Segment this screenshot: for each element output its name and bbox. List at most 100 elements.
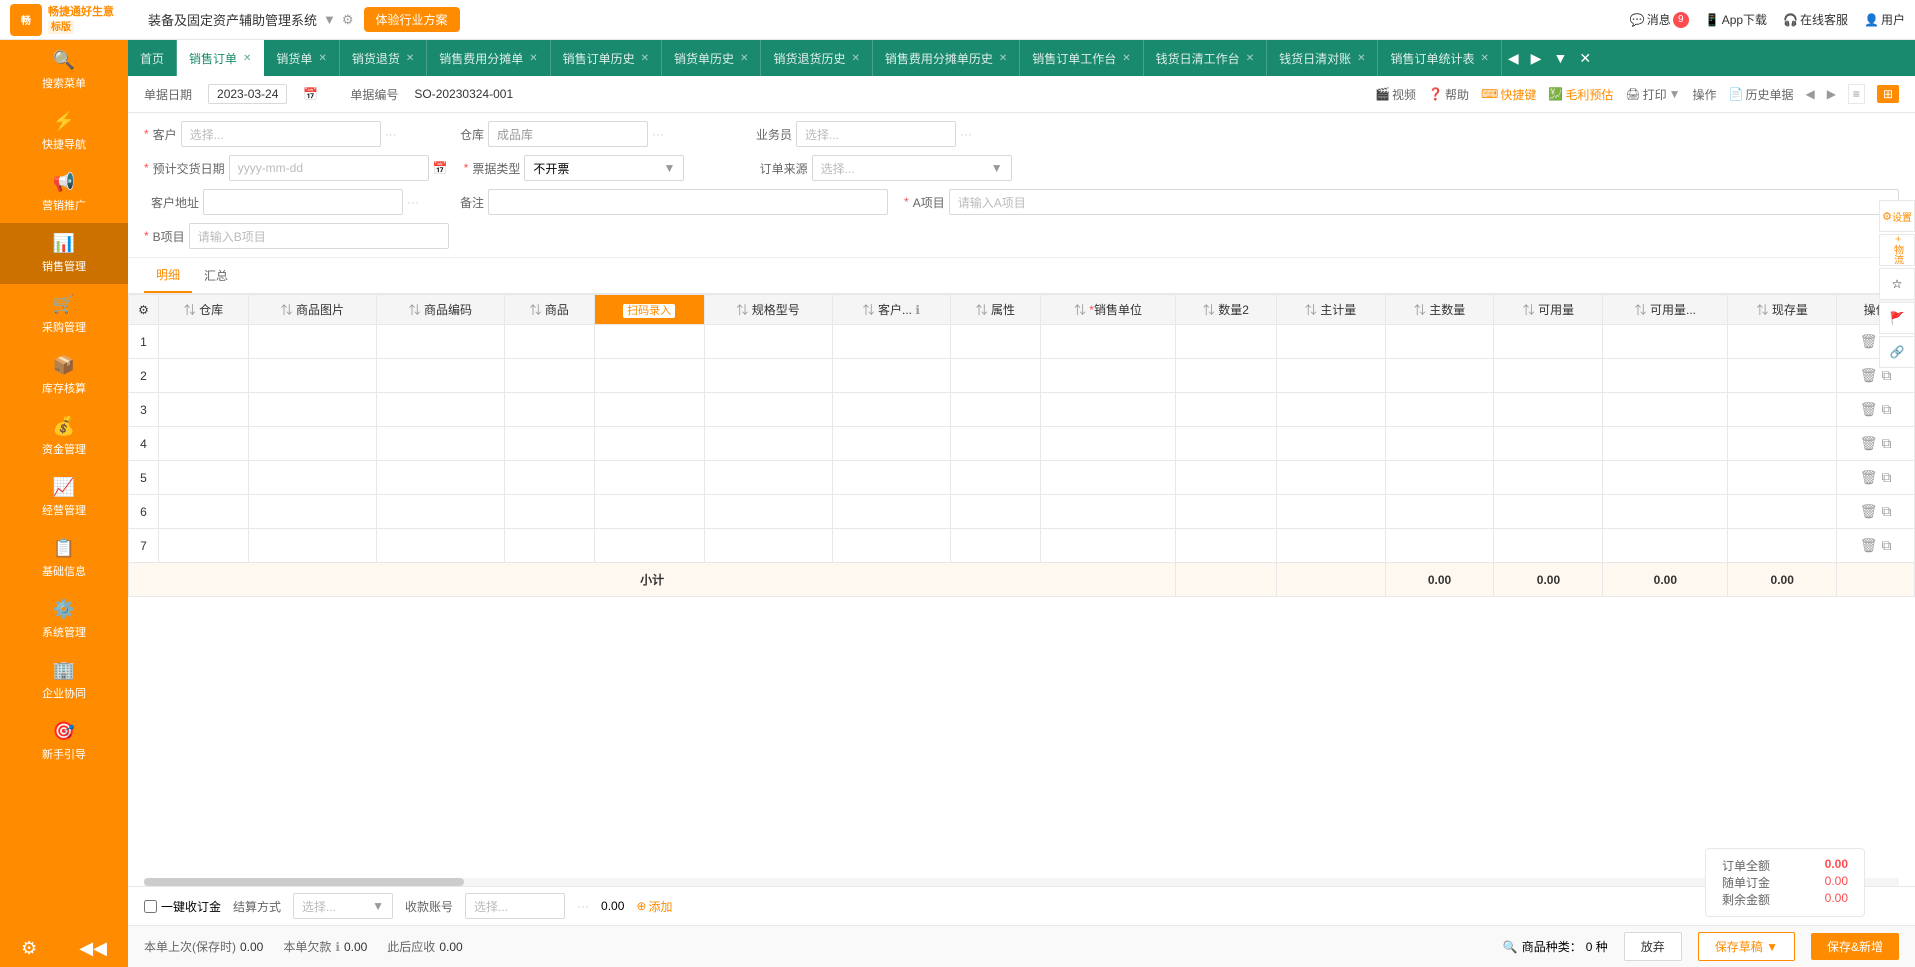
tab-close-all-btn[interactable]: ✕ <box>1573 50 1597 67</box>
sort-icon-ccode[interactable]: ⇅ <box>863 303 875 317</box>
row-scan[interactable] <box>594 359 704 393</box>
sidebar-item-newguide[interactable]: 🎯 新手引导 <box>0 711 128 772</box>
row-main-unit[interactable] <box>1276 393 1385 427</box>
settlement-select[interactable]: 选择... ▼ <box>293 893 393 919</box>
scrollbar-thumb[interactable] <box>144 878 464 886</box>
horizontal-scrollbar[interactable] <box>144 878 1899 886</box>
app-download-btn[interactable]: 📱 App下载 <box>1705 11 1767 28</box>
row-main-qty[interactable] <box>1385 427 1494 461</box>
sort-icon-qty2[interactable]: ⇅ <box>1203 303 1215 317</box>
row-attribute[interactable] <box>950 461 1040 495</box>
row-delete-icon[interactable]: 🗑 <box>1860 503 1878 520</box>
row-customer-code[interactable] <box>832 427 950 461</box>
save-draft-dropdown-icon[interactable]: ▼ <box>1766 940 1778 954</box>
row-available[interactable] <box>1494 495 1603 529</box>
discard-button[interactable]: 放弃 <box>1624 932 1682 961</box>
row-main-qty[interactable] <box>1385 325 1494 359</box>
tab-fee-history-close[interactable]: ✕ <box>999 53 1007 64</box>
row-spec[interactable] <box>704 359 832 393</box>
tab-prev-btn[interactable]: ◀ <box>1502 50 1525 67</box>
tab-refund-close[interactable]: ✕ <box>406 53 414 64</box>
row-code[interactable] <box>376 359 504 393</box>
row-copy-icon[interactable]: ⧉ <box>1881 469 1891 486</box>
tab-cash-reconcile[interactable]: 钱货日清对账 ✕ <box>1267 40 1378 76</box>
add-goods-btn[interactable]: + 物流 <box>1879 234 1915 266</box>
col-customer-info-icon[interactable]: ℹ <box>915 303 920 317</box>
row-copy-icon[interactable]: ⧉ <box>1881 435 1891 452</box>
sidebar-item-enterprise[interactable]: 🏢 企业协同 <box>0 650 128 711</box>
sidebar-collapse-icon[interactable]: ◀◀ <box>79 938 107 959</box>
row-copy-icon[interactable]: ⧉ <box>1881 537 1891 554</box>
row-attribute[interactable] <box>950 325 1040 359</box>
row-warehouse[interactable] <box>159 427 249 461</box>
row-delete-icon[interactable]: 🗑 <box>1860 367 1878 384</box>
b-project-input[interactable]: 请输入B项目 <box>189 223 449 249</box>
row-spec[interactable] <box>704 393 832 427</box>
row-main-unit[interactable] <box>1276 359 1385 393</box>
row-stock[interactable] <box>1728 393 1837 427</box>
row-stock[interactable] <box>1728 427 1837 461</box>
row-image[interactable] <box>248 495 376 529</box>
row-available2[interactable] <box>1603 325 1728 359</box>
add-amount-btn[interactable]: ⊕ 添加 <box>636 898 672 915</box>
tab-return-history-close[interactable]: ✕ <box>740 53 748 64</box>
nav-left-btn[interactable]: ◀ <box>1805 87 1814 101</box>
row-qty2[interactable] <box>1176 495 1276 529</box>
row-copy-icon[interactable]: ⧉ <box>1881 401 1891 418</box>
sidebar-item-search[interactable]: 🔍 搜索菜单 <box>0 40 128 101</box>
row-image[interactable] <box>248 427 376 461</box>
row-delete-icon[interactable]: 🗑 <box>1860 435 1878 452</box>
row-available[interactable] <box>1494 461 1603 495</box>
row-warehouse[interactable] <box>159 529 249 563</box>
sidebar-item-system[interactable]: ⚙️ 系统管理 <box>0 589 128 650</box>
row-available[interactable] <box>1494 393 1603 427</box>
row-spec[interactable] <box>704 529 832 563</box>
row-copy-icon[interactable]: ⧉ <box>1881 503 1891 520</box>
staff-more-icon[interactable]: ··· <box>960 127 972 141</box>
industry-button[interactable]: 体验行业方案 <box>364 7 460 32</box>
row-unit[interactable] <box>1040 427 1176 461</box>
row-available[interactable] <box>1494 427 1603 461</box>
row-code[interactable] <box>376 325 504 359</box>
tab-refund-history[interactable]: 销货退货历史 ✕ <box>761 40 872 76</box>
sort-icon-mqty[interactable]: ⇅ <box>1414 303 1426 317</box>
row-warehouse[interactable] <box>159 461 249 495</box>
row-stock[interactable] <box>1728 529 1837 563</box>
sort-icon-name[interactable]: ⇅ <box>530 303 542 317</box>
row-name[interactable] <box>504 461 594 495</box>
row-available2[interactable] <box>1603 495 1728 529</box>
sidebar-item-operations[interactable]: 📈 经营管理 <box>0 467 128 528</box>
sidebar-item-basic[interactable]: 📋 基础信息 <box>0 528 128 589</box>
tab-sales-order-close[interactable]: ✕ <box>243 53 251 64</box>
row-copy-icon[interactable]: ⧉ <box>1881 367 1891 384</box>
row-attribute[interactable] <box>950 393 1040 427</box>
sidebar-item-sales[interactable]: 📊 销售管理 <box>0 223 128 284</box>
row-qty2[interactable] <box>1176 461 1276 495</box>
row-code[interactable] <box>376 461 504 495</box>
sort-icon-image[interactable]: ⇅ <box>281 303 293 317</box>
sort-icon-code[interactable]: ⇅ <box>409 303 421 317</box>
save-draft-button[interactable]: 保存草稿 ▼ <box>1698 932 1795 961</box>
warehouse-input[interactable]: 成品库 <box>488 121 648 147</box>
row-delete-icon[interactable]: 🗑 <box>1860 537 1878 554</box>
tab-order-history-close[interactable]: ✕ <box>641 53 649 64</box>
sort-icon-avail[interactable]: ⇅ <box>1523 303 1535 317</box>
one-click-pay-checkbox[interactable] <box>144 900 157 913</box>
row-image[interactable] <box>248 359 376 393</box>
row-spec[interactable] <box>704 461 832 495</box>
sidebar-item-guide[interactable]: ⚡ 快捷导航 <box>0 101 128 162</box>
delivery-input[interactable]: yyyy-mm-dd <box>229 155 429 181</box>
quick-btn-1[interactable]: ☆ <box>1879 268 1915 300</box>
row-scan[interactable] <box>594 393 704 427</box>
row-unit[interactable] <box>1040 529 1176 563</box>
row-scan[interactable] <box>594 427 704 461</box>
row-available2[interactable] <box>1603 529 1728 563</box>
tab-sales-stats[interactable]: 销售订单统计表 ✕ <box>1378 40 1501 76</box>
row-warehouse[interactable] <box>159 393 249 427</box>
row-code[interactable] <box>376 427 504 461</box>
sort-icon-spec[interactable]: ⇅ <box>736 303 748 317</box>
row-warehouse[interactable] <box>159 495 249 529</box>
row-warehouse[interactable] <box>159 325 249 359</box>
row-main-unit[interactable] <box>1276 529 1385 563</box>
row-delete-icon[interactable]: 🗑 <box>1860 469 1878 486</box>
